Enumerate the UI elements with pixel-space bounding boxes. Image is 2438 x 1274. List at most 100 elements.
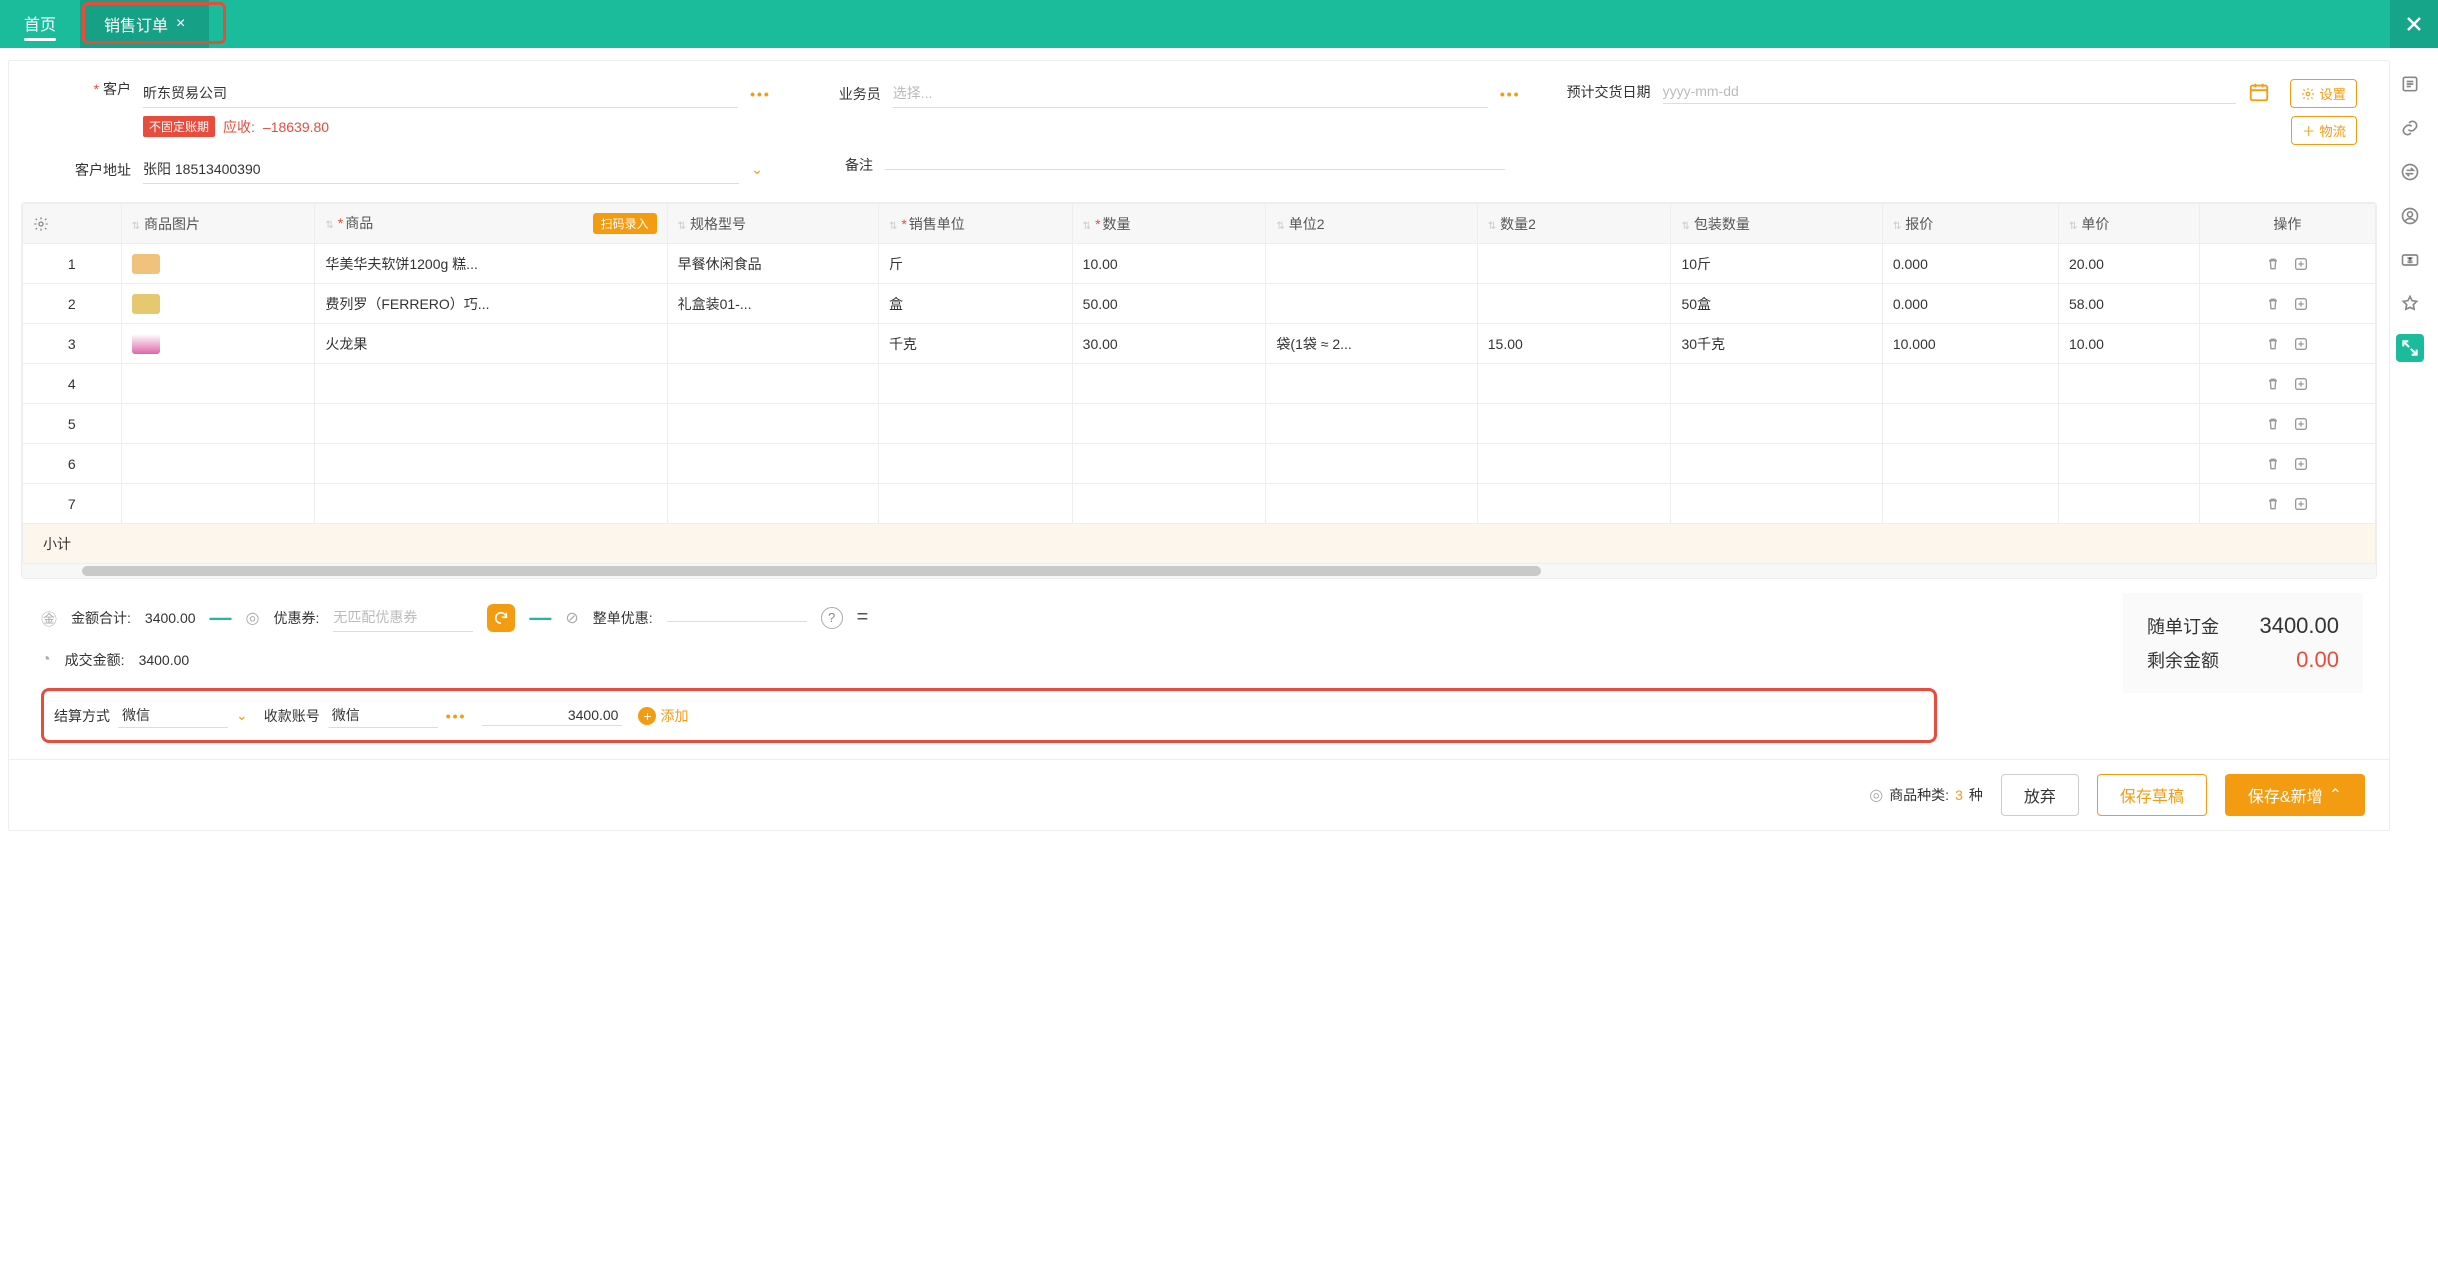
customer-more-icon[interactable]: ••• xyxy=(750,86,771,102)
cell-price[interactable] xyxy=(2058,404,2199,444)
cell-product[interactable] xyxy=(315,364,667,404)
salesman-more-icon[interactable]: ••• xyxy=(1500,86,1521,102)
table-row[interactable]: 4 xyxy=(23,364,2376,404)
sidebar-link-icon[interactable] xyxy=(2396,114,2424,142)
cell-price[interactable] xyxy=(2058,444,2199,484)
add-row-icon[interactable] xyxy=(2293,456,2309,472)
panel-close-button[interactable] xyxy=(2390,0,2438,48)
add-row-icon[interactable] xyxy=(2293,256,2309,272)
cell-product[interactable] xyxy=(315,404,667,444)
cell-unit2[interactable] xyxy=(1266,404,1477,444)
add-row-icon[interactable] xyxy=(2293,416,2309,432)
cell-image[interactable] xyxy=(121,324,315,364)
sidebar-user-icon[interactable] xyxy=(2396,202,2424,230)
cell-qty2[interactable] xyxy=(1477,364,1671,404)
cell-price[interactable]: 10.00 xyxy=(2058,324,2199,364)
cell-qty[interactable]: 30.00 xyxy=(1072,324,1266,364)
cell-pack-qty[interactable] xyxy=(1671,484,1882,524)
chevron-down-icon[interactable]: ⌄ xyxy=(236,707,248,724)
col-qty[interactable]: ⇅*数量 xyxy=(1072,204,1266,244)
cell-sale-unit[interactable]: 盒 xyxy=(878,284,1072,324)
cell-spec[interactable]: 早餐休闲食品 xyxy=(667,244,878,284)
cell-qty[interactable] xyxy=(1072,404,1266,444)
cell-sale-unit[interactable]: 千克 xyxy=(878,324,1072,364)
cell-pack-qty[interactable] xyxy=(1671,444,1882,484)
address-input[interactable]: 张阳 18513400390 xyxy=(143,155,739,184)
cell-qty2[interactable] xyxy=(1477,444,1671,484)
scan-input-button[interactable]: 扫码录入 xyxy=(593,213,657,234)
table-row[interactable]: 1华美华夫软饼1200g 糕...早餐休闲食品斤10.0010斤0.00020.… xyxy=(23,244,2376,284)
cell-price[interactable] xyxy=(2058,364,2199,404)
cell-qty2[interactable]: 15.00 xyxy=(1477,324,1671,364)
cell-unit2[interactable]: 袋(1袋 ≈ 2... xyxy=(1266,324,1477,364)
delete-row-icon[interactable] xyxy=(2265,296,2281,312)
col-image[interactable]: ⇅商品图片 xyxy=(121,204,315,244)
col-price[interactable]: ⇅单价 xyxy=(2058,204,2199,244)
sidebar-list-icon[interactable] xyxy=(2396,70,2424,98)
cell-quote[interactable] xyxy=(1882,444,2058,484)
cell-pack-qty[interactable] xyxy=(1671,404,1882,444)
delete-row-icon[interactable] xyxy=(2265,456,2281,472)
cell-image[interactable] xyxy=(121,284,315,324)
scrollbar-thumb[interactable] xyxy=(82,566,1541,576)
cell-quote[interactable]: 0.000 xyxy=(1882,284,2058,324)
table-row[interactable]: 5 xyxy=(23,404,2376,444)
tab-sales-order[interactable]: 销售订单 × xyxy=(80,0,209,48)
close-icon[interactable]: × xyxy=(176,15,185,33)
cell-qty[interactable] xyxy=(1072,364,1266,404)
cell-price[interactable]: 58.00 xyxy=(2058,284,2199,324)
cell-image[interactable] xyxy=(121,484,315,524)
cell-quote[interactable] xyxy=(1882,364,2058,404)
cell-quote[interactable] xyxy=(1882,404,2058,444)
cell-unit2[interactable] xyxy=(1266,444,1477,484)
save-draft-button[interactable]: 保存草稿 xyxy=(2097,774,2207,816)
col-product[interactable]: ⇅*商品 扫码录入 xyxy=(315,204,667,244)
delete-row-icon[interactable] xyxy=(2265,496,2281,512)
sidebar-star-icon[interactable] xyxy=(2396,290,2424,318)
cell-product[interactable] xyxy=(315,444,667,484)
table-row[interactable]: 6 xyxy=(23,444,2376,484)
calendar-icon[interactable] xyxy=(2248,81,2270,103)
cell-product[interactable] xyxy=(315,484,667,524)
cell-qty[interactable]: 10.00 xyxy=(1072,244,1266,284)
add-row-icon[interactable] xyxy=(2293,296,2309,312)
salesman-select[interactable]: 选择... xyxy=(893,79,1488,108)
settings-column-header[interactable] xyxy=(23,204,122,244)
chevron-down-icon[interactable]: ⌄ xyxy=(751,161,763,178)
cell-sale-unit[interactable] xyxy=(878,404,1072,444)
table-row[interactable]: 2费列罗（FERRERO）巧...礼盒装01-...盒50.0050盒0.000… xyxy=(23,284,2376,324)
cell-pack-qty[interactable]: 30千克 xyxy=(1671,324,1882,364)
cell-image[interactable] xyxy=(121,404,315,444)
sidebar-swap-icon[interactable] xyxy=(2396,158,2424,186)
abandon-button[interactable]: 放弃 xyxy=(2001,774,2079,816)
delete-row-icon[interactable] xyxy=(2265,256,2281,272)
cell-spec[interactable]: 礼盒装01-... xyxy=(667,284,878,324)
cell-sale-unit[interactable] xyxy=(878,364,1072,404)
sidebar-expand-icon[interactable] xyxy=(2396,334,2424,362)
cell-sale-unit[interactable] xyxy=(878,484,1072,524)
cell-pack-qty[interactable]: 50盒 xyxy=(1671,284,1882,324)
delete-row-icon[interactable] xyxy=(2265,376,2281,392)
cell-qty2[interactable] xyxy=(1477,404,1671,444)
cell-pack-qty[interactable] xyxy=(1671,364,1882,404)
add-row-icon[interactable] xyxy=(2293,336,2309,352)
cell-quote[interactable]: 0.000 xyxy=(1882,244,2058,284)
col-unit2[interactable]: ⇅单位2 xyxy=(1266,204,1477,244)
cell-qty2[interactable] xyxy=(1477,284,1671,324)
cell-price[interactable] xyxy=(2058,484,2199,524)
cell-unit2[interactable] xyxy=(1266,364,1477,404)
cell-spec[interactable] xyxy=(667,444,878,484)
cell-qty[interactable] xyxy=(1072,444,1266,484)
cell-product[interactable]: 华美华夫软饼1200g 糕... xyxy=(315,244,667,284)
cell-image[interactable] xyxy=(121,364,315,404)
tab-home[interactable]: 首页 xyxy=(0,0,80,48)
delete-row-icon[interactable] xyxy=(2265,416,2281,432)
col-pack-qty[interactable]: ⇅包装数量 xyxy=(1671,204,1882,244)
cell-image[interactable] xyxy=(121,444,315,484)
add-payment-button[interactable]: + 添加 xyxy=(638,706,688,726)
cell-spec[interactable] xyxy=(667,364,878,404)
delivery-date-input[interactable]: yyyy-mm-dd xyxy=(1663,79,2237,104)
cell-product[interactable]: 火龙果 xyxy=(315,324,667,364)
delete-row-icon[interactable] xyxy=(2265,336,2281,352)
sidebar-money-icon[interactable] xyxy=(2396,246,2424,274)
